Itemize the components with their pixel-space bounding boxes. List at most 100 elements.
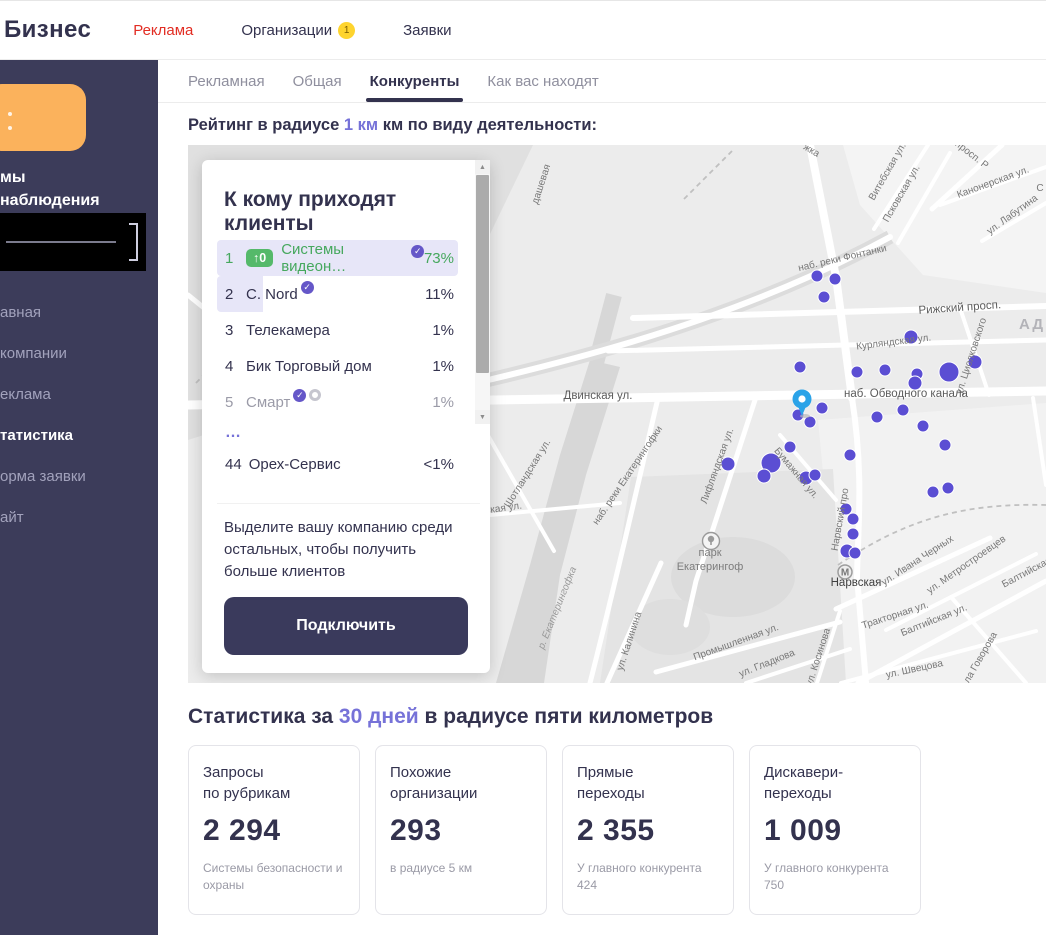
tab-inactive[interactable]: Рекламная: [188, 60, 265, 102]
stat-card: Запросы по рубрикам 2 294 Системы безопасн…: [188, 745, 360, 915]
competitor-name: Системы видеон…: [281, 241, 347, 275]
stat-card-value: 293: [390, 814, 442, 847]
nav-item-requests[interactable]: Заявки: [403, 22, 451, 39]
competitor-map-dot[interactable]: [878, 363, 892, 377]
competitor-share: <1%: [423, 455, 454, 473]
stat-card-subtext: У главного конкурента 750: [764, 861, 889, 892]
competitor-row[interactable]: 44 Орех-Сервис <1%: [217, 446, 458, 482]
nav-item-requests-label: Заявки: [403, 21, 452, 39]
list-ellipsis[interactable]: …: [217, 420, 458, 446]
app-logo[interactable]: Бизнес: [4, 16, 91, 44]
competitor-row[interactable]: 1 ↑0 Системы видеон… ✓ 73%: [217, 240, 458, 276]
competitor-map-dot[interactable]: [850, 365, 864, 379]
radius-selector-link[interactable]: 1 км: [344, 116, 378, 134]
nav-item-organizations-label: Организации: [241, 21, 333, 39]
period-selector-link[interactable]: 30 дней: [339, 705, 419, 728]
competitor-map-dot[interactable]: [815, 401, 829, 415]
competitor-map-dot[interactable]: [793, 360, 807, 374]
promo-text: Выделите вашу компанию среди остальных, …: [224, 519, 453, 580]
competitor-map-dot[interactable]: [870, 410, 884, 424]
map-street-label: наб. Обводного канала: [844, 388, 969, 400]
scrollbar-up-arrow[interactable]: ▲: [475, 160, 490, 174]
competitor-share: 73%: [423, 249, 454, 267]
rank-change-badge: ↑0: [246, 249, 274, 267]
competitor-name: Смарт: [246, 393, 291, 411]
stats-heading-suffix: в радиусе пяти километров: [424, 705, 714, 728]
competitor-row[interactable]: 5 Смарт ✓ 1%: [217, 384, 458, 420]
nav-item-organizations[interactable]: Организации 1: [241, 21, 356, 39]
connect-button[interactable]: Подключить: [224, 597, 468, 655]
top-bar: Бизнес Реклама Организации 1 Заявки: [0, 0, 1046, 60]
competitor-map-dot[interactable]: [783, 440, 797, 454]
competitor-name: Бик Торговый дом: [246, 357, 372, 375]
list-scrollbar[interactable]: ▲ ▼: [475, 160, 490, 424]
stat-cards: Запросы по рубрикам 2 294 Системы безопасн…: [188, 745, 1046, 915]
competitor-map-dot[interactable]: [808, 468, 822, 482]
competitor-map-dot[interactable]: [828, 272, 842, 286]
stat-card-subtext: Системы безопасности и охраны: [203, 861, 343, 892]
competitors-card-title: К кому приходят клиенты: [224, 188, 397, 235]
verified-icon: ✓: [411, 244, 424, 258]
tab-inactive[interactable]: Как вас находят: [487, 60, 598, 102]
sidebar: мы наблюдения авная компании еклама татисти…: [0, 60, 158, 935]
sidebar-item[interactable]: орма заявки: [0, 468, 86, 485]
competitor-share: 1%: [432, 393, 454, 411]
stat-card-label: Прямые переходы: [577, 764, 645, 802]
stats-tabs: Рекламная Общая Конкуренты Как вас находят: [158, 60, 1046, 103]
competitor-map-dot[interactable]: [817, 290, 831, 304]
notification-badge: 1: [338, 21, 356, 39]
competitor-map-dot[interactable]: [941, 481, 955, 495]
stat-card: Прямые переходы 2 355 У главного конкурент…: [562, 745, 734, 915]
competitor-share: 11%: [425, 285, 454, 303]
sidebar-item[interactable]: татистика: [0, 427, 86, 444]
map-street-label: парк: [698, 547, 721, 559]
sidebar-menu: авная компании еклама татистика орма заявки а…: [0, 304, 86, 526]
redacted-address-block: [0, 213, 146, 271]
competitor-map-dot[interactable]: [810, 269, 824, 283]
competitor-map-dot[interactable]: [846, 512, 860, 526]
metro-station-label: Нарвская: [831, 577, 882, 589]
competitor-map-dot[interactable]: [896, 403, 910, 417]
competitor-map-dot[interactable]: [938, 361, 960, 383]
competitor-row[interactable]: 3 Телекамера 1%: [217, 312, 458, 348]
competitor-rank: 1: [225, 249, 234, 267]
competitors-card: К кому приходят клиенты 1 ↑0 Системы видео…: [202, 160, 490, 673]
sidebar-item[interactable]: еклама: [0, 386, 86, 403]
stat-card-value: 1 009: [764, 814, 842, 847]
competitor-map-dot[interactable]: [843, 448, 857, 462]
competitor-rank: 4: [225, 357, 234, 375]
competitor-map-dot[interactable]: [916, 419, 930, 433]
tab-inactive[interactable]: Общая: [293, 60, 342, 102]
scrollbar-thumb[interactable]: [476, 175, 489, 373]
map-street-label: Екатерингоф: [677, 561, 744, 573]
competitor-row[interactable]: 4 Бик Торговый дом 1%: [217, 348, 458, 384]
competitor-name: Орех-Сервис: [248, 455, 341, 473]
competitor-row[interactable]: 2 C. Nord ✓ 11%: [217, 276, 458, 312]
competitor-rank: 44: [225, 455, 242, 473]
competitor-rank: 2: [225, 285, 234, 303]
inactive-circle-icon: [309, 389, 322, 401]
competitor-rank: 5: [225, 393, 234, 411]
competitor-map-dot[interactable]: [848, 546, 862, 560]
map[interactable]: М Нарвская наб. реки Фонтанки Витебская ул.…: [188, 145, 1046, 683]
stat-card-subtext: в радиусе 5 км: [390, 861, 473, 875]
competitor-map-dot[interactable]: [846, 527, 860, 541]
sidebar-item[interactable]: авная: [0, 304, 86, 321]
map-street-label: С: [1036, 183, 1043, 194]
nav-item-ads[interactable]: Реклама: [133, 22, 193, 39]
competitor-map-dot[interactable]: [926, 485, 940, 499]
map-street-label: АД: [1019, 316, 1045, 333]
sidebar-item[interactable]: айт: [0, 509, 86, 526]
sidebar-item[interactable]: компании: [0, 345, 86, 362]
nav-item-ads-label: Реклама: [133, 21, 194, 39]
rating-heading-suffix: км по виду деятельности:: [382, 116, 597, 134]
tab-active[interactable]: Конкуренты: [365, 60, 464, 102]
company-logo-tile[interactable]: [0, 84, 86, 151]
stat-card: Похожие организации 293 в радиусе 5 км: [375, 745, 547, 915]
competitor-map-dot[interactable]: [938, 438, 952, 452]
competitor-name: C. Nord: [246, 285, 298, 303]
competitors-list: 1 ↑0 Системы видеон… ✓ 73% 2 C. Nord ✓ 11% 3 Телек…: [217, 240, 480, 504]
competitor-map-dot[interactable]: [756, 468, 772, 484]
map-street-label: Двинская ул.: [564, 390, 633, 402]
scrollbar-down-arrow[interactable]: ▼: [475, 410, 490, 424]
